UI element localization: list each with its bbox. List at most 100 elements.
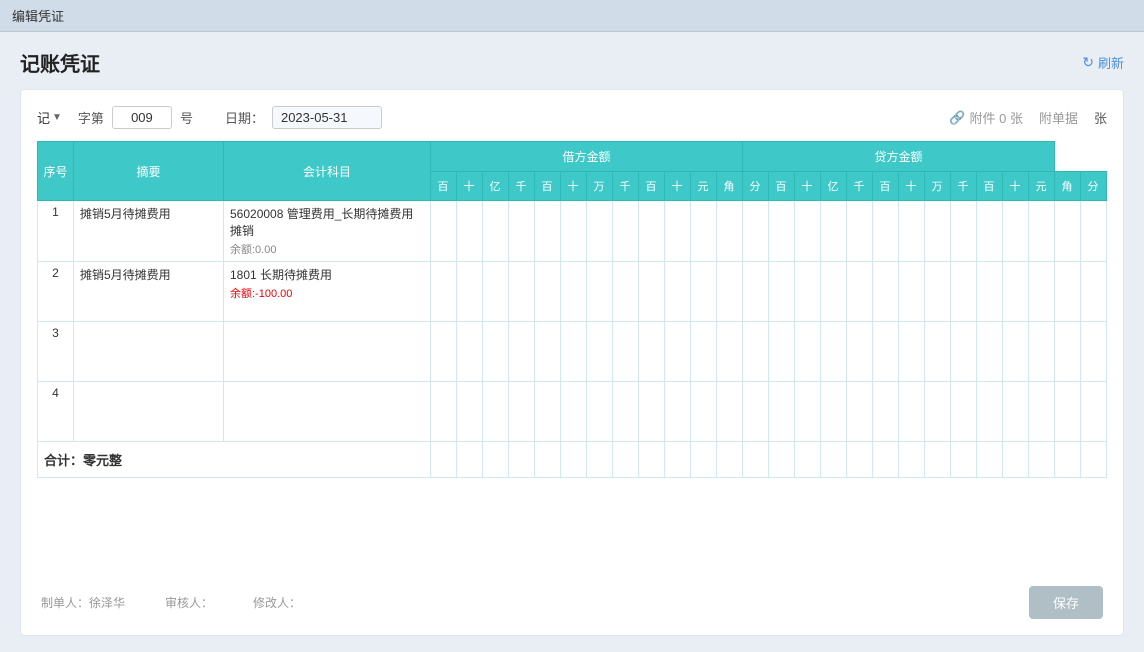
amount-cell-r2-c22[interactable] [977, 262, 1003, 322]
amount-cell-r1-c21[interactable] [951, 201, 977, 262]
amount-cell-r2-c1[interactable] [431, 262, 457, 322]
ji-select[interactable]: 记 ▼ [37, 108, 62, 127]
row-summary-4[interactable] [74, 382, 224, 442]
amount-cell-r2-c19[interactable] [899, 262, 925, 322]
amount-cell-r3-c9[interactable] [639, 322, 665, 382]
amount-cell-r2-c11[interactable] [691, 262, 717, 322]
amount-cell-r2-c3[interactable] [483, 262, 509, 322]
amount-cell-r2-c9[interactable] [639, 262, 665, 322]
amount-cell-r1-c2[interactable] [457, 201, 483, 262]
amount-cell-r1-c12[interactable] [717, 201, 743, 262]
amount-cell-r2-c20[interactable] [925, 262, 951, 322]
amount-cell-r2-c10[interactable] [665, 262, 691, 322]
amount-cell-r4-c12[interactable] [717, 382, 743, 442]
amount-cell-r1-c5[interactable] [535, 201, 561, 262]
amount-cell-r4-c10[interactable] [665, 382, 691, 442]
amount-cell-r4-c22[interactable] [977, 382, 1003, 442]
amount-cell-r1-c26[interactable] [1081, 201, 1107, 262]
amount-cell-r4-c9[interactable] [639, 382, 665, 442]
row-summary-2[interactable]: 摊销5月待摊费用 [74, 262, 224, 322]
amount-cell-r4-c21[interactable] [951, 382, 977, 442]
amount-cell-r3-c5[interactable] [535, 322, 561, 382]
amount-cell-r3-c6[interactable] [561, 322, 587, 382]
amount-cell-r3-c15[interactable] [795, 322, 821, 382]
amount-cell-r4-c8[interactable] [613, 382, 639, 442]
refresh-button[interactable]: ↻ 刷新 [1082, 53, 1124, 72]
amount-cell-r4-c14[interactable] [769, 382, 795, 442]
amount-cell-r3-c8[interactable] [613, 322, 639, 382]
amount-cell-r3-c22[interactable] [977, 322, 1003, 382]
amount-cell-r1-c23[interactable] [1003, 201, 1029, 262]
amount-cell-r3-c26[interactable] [1081, 322, 1107, 382]
amount-cell-r1-c14[interactable] [769, 201, 795, 262]
row-account-2[interactable]: 1801 长期待摊费用余额:-100.00 [224, 262, 431, 322]
amount-cell-r2-c12[interactable] [717, 262, 743, 322]
amount-cell-r2-c21[interactable] [951, 262, 977, 322]
amount-cell-r3-c19[interactable] [899, 322, 925, 382]
amount-cell-r4-c1[interactable] [431, 382, 457, 442]
amount-cell-r4-c25[interactable] [1055, 382, 1081, 442]
amount-cell-r2-c16[interactable] [821, 262, 847, 322]
fj-button[interactable]: 附单据 [1039, 108, 1078, 127]
amount-cell-r2-c8[interactable] [613, 262, 639, 322]
amount-cell-r2-c7[interactable] [587, 262, 613, 322]
amount-cell-r3-c16[interactable] [821, 322, 847, 382]
amount-cell-r4-c15[interactable] [795, 382, 821, 442]
amount-cell-r4-c2[interactable] [457, 382, 483, 442]
amount-cell-r2-c5[interactable] [535, 262, 561, 322]
amount-cell-r3-c1[interactable] [431, 322, 457, 382]
amount-cell-r3-c11[interactable] [691, 322, 717, 382]
amount-cell-r2-c26[interactable] [1081, 262, 1107, 322]
amount-cell-r4-c20[interactable] [925, 382, 951, 442]
amount-cell-r1-c22[interactable] [977, 201, 1003, 262]
amount-cell-r1-c1[interactable] [431, 201, 457, 262]
row-summary-3[interactable] [74, 322, 224, 382]
amount-cell-r2-c15[interactable] [795, 262, 821, 322]
row-account-3[interactable] [224, 322, 431, 382]
amount-cell-r3-c21[interactable] [951, 322, 977, 382]
amount-cell-r4-c26[interactable] [1081, 382, 1107, 442]
zi-input[interactable] [112, 106, 172, 129]
amount-cell-r1-c7[interactable] [587, 201, 613, 262]
amount-cell-r2-c23[interactable] [1003, 262, 1029, 322]
amount-cell-r3-c4[interactable] [509, 322, 535, 382]
amount-cell-r1-c10[interactable] [665, 201, 691, 262]
amount-cell-r3-c23[interactable] [1003, 322, 1029, 382]
amount-cell-r4-c7[interactable] [587, 382, 613, 442]
amount-cell-r2-c2[interactable] [457, 262, 483, 322]
amount-cell-r4-c5[interactable] [535, 382, 561, 442]
amount-cell-r4-c19[interactable] [899, 382, 925, 442]
amount-cell-r1-c15[interactable] [795, 201, 821, 262]
amount-cell-r4-c24[interactable] [1029, 382, 1055, 442]
amount-cell-r1-c9[interactable] [639, 201, 665, 262]
amount-cell-r2-c6[interactable] [561, 262, 587, 322]
amount-cell-r3-c17[interactable] [847, 322, 873, 382]
amount-cell-r1-c24[interactable] [1029, 201, 1055, 262]
amount-cell-r3-c12[interactable] [717, 322, 743, 382]
amount-cell-r4-c16[interactable] [821, 382, 847, 442]
amount-cell-r2-c4[interactable] [509, 262, 535, 322]
amount-cell-r3-c18[interactable] [873, 322, 899, 382]
attach-link[interactable]: 🔗 附件 0 张 [949, 108, 1023, 127]
amount-cell-r1-c3[interactable] [483, 201, 509, 262]
amount-cell-r3-c13[interactable] [743, 322, 769, 382]
date-input[interactable] [272, 106, 382, 129]
amount-cell-r2-c13[interactable] [743, 262, 769, 322]
amount-cell-r3-c14[interactable] [769, 322, 795, 382]
amount-cell-r3-c7[interactable] [587, 322, 613, 382]
amount-cell-r1-c4[interactable] [509, 201, 535, 262]
amount-cell-r3-c20[interactable] [925, 322, 951, 382]
amount-cell-r3-c24[interactable] [1029, 322, 1055, 382]
amount-cell-r3-c10[interactable] [665, 322, 691, 382]
amount-cell-r1-c19[interactable] [899, 201, 925, 262]
amount-cell-r1-c17[interactable] [847, 201, 873, 262]
amount-cell-r1-c20[interactable] [925, 201, 951, 262]
amount-cell-r3-c25[interactable] [1055, 322, 1081, 382]
save-button[interactable]: 保存 [1029, 586, 1103, 619]
amount-cell-r2-c25[interactable] [1055, 262, 1081, 322]
row-account-1[interactable]: 56020008 管理费用_长期待摊费用摊销余额:0.00 [224, 201, 431, 262]
amount-cell-r2-c24[interactable] [1029, 262, 1055, 322]
amount-cell-r3-c3[interactable] [483, 322, 509, 382]
amount-cell-r4-c11[interactable] [691, 382, 717, 442]
amount-cell-r1-c11[interactable] [691, 201, 717, 262]
